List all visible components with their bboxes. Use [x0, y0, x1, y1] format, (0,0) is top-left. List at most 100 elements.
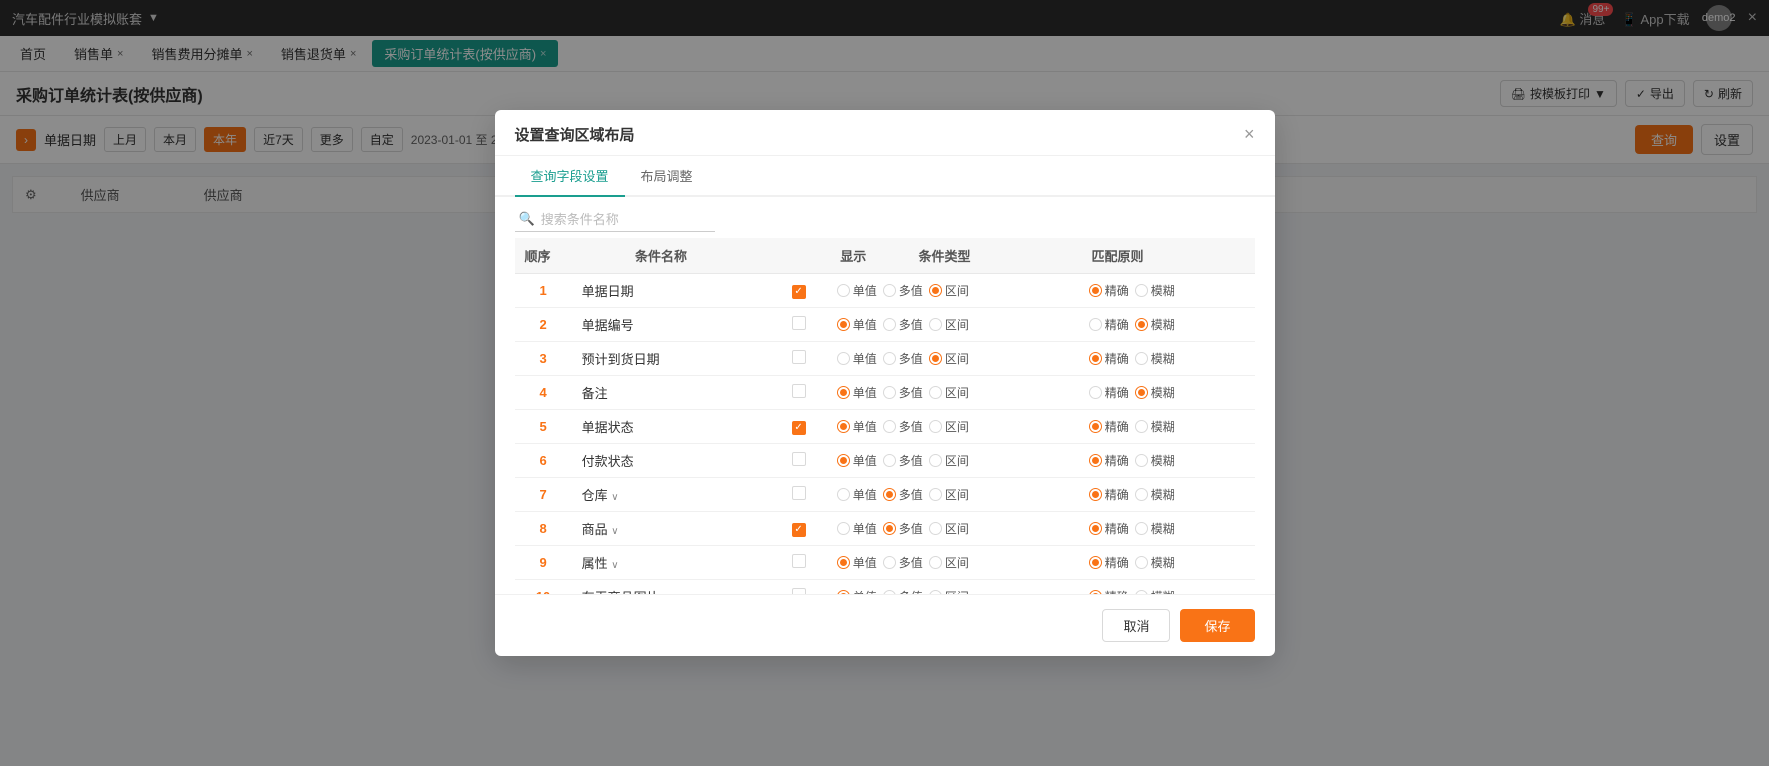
cell-match: 精确模糊 — [1079, 342, 1255, 376]
modal-tab-layout[interactable]: 布局调整 — [625, 156, 709, 197]
radio-dot — [1089, 284, 1102, 297]
type-radio-区间[interactable]: 区间 — [929, 350, 969, 367]
cancel-button[interactable]: 取消 — [1102, 609, 1170, 642]
save-button[interactable]: 保存 — [1180, 609, 1254, 642]
cell-match: 精确模糊 — [1079, 512, 1255, 546]
radio-dot — [837, 420, 850, 433]
radio-dot — [929, 318, 942, 331]
modal-close-button[interactable]: × — [1244, 124, 1255, 145]
display-checkbox[interactable] — [792, 452, 806, 466]
type-radio-单值[interactable]: 单值 — [837, 554, 877, 571]
match-radio-精确[interactable]: 精确 — [1089, 316, 1129, 333]
table-row: 9属性 ∨单值多值区间精确模糊 — [515, 546, 1255, 580]
cell-display — [770, 274, 826, 308]
match-radio-模糊[interactable]: 模糊 — [1135, 418, 1175, 435]
radio-dot — [1135, 420, 1148, 433]
radio-dot — [883, 556, 896, 569]
match-radio-模糊[interactable]: 模糊 — [1135, 486, 1175, 503]
type-radio-单值[interactable]: 单值 — [837, 282, 877, 299]
type-radio-多值[interactable]: 多值 — [883, 554, 923, 571]
table-row: 2单据编号单值多值区间精确模糊 — [515, 308, 1255, 342]
radio-dot — [837, 352, 850, 365]
cell-order: 1 — [515, 274, 572, 308]
radio-dot — [929, 454, 942, 467]
radio-dot — [929, 556, 942, 569]
modal-search-bar: 🔍 — [515, 207, 715, 232]
dropdown-arrow-icon: ∨ — [611, 560, 618, 571]
type-radio-单值[interactable]: 单值 — [837, 452, 877, 469]
radio-dot — [1089, 488, 1102, 501]
radio-dot — [1089, 454, 1102, 467]
match-radio-精确[interactable]: 精确 — [1089, 452, 1129, 469]
type-radio-多值[interactable]: 多值 — [883, 282, 923, 299]
cell-order: 4 — [515, 376, 572, 410]
match-radio-模糊[interactable]: 模糊 — [1135, 554, 1175, 571]
type-radio-区间[interactable]: 区间 — [929, 452, 969, 469]
table-row: 5单据状态单值多值区间精确模糊 — [515, 410, 1255, 444]
th-order: 顺序 — [515, 238, 626, 274]
display-checkbox[interactable] — [792, 421, 806, 435]
radio-dot — [1135, 318, 1148, 331]
match-radio-精确[interactable]: 精确 — [1089, 418, 1129, 435]
display-checkbox[interactable] — [792, 523, 806, 537]
cell-name: 商品 ∨ — [572, 512, 771, 546]
search-input[interactable] — [541, 212, 701, 227]
type-radio-单值[interactable]: 单值 — [837, 418, 877, 435]
type-radio-区间[interactable]: 区间 — [929, 520, 969, 537]
modal-table-wrap: 顺序 条件名称 显示 条件类型 匹配原则 1单据日期单值多值区间精确模糊2单据编… — [495, 238, 1275, 594]
type-radio-单值[interactable]: 单值 — [837, 350, 877, 367]
type-radio-多值[interactable]: 多值 — [883, 350, 923, 367]
match-radio-精确[interactable]: 精确 — [1089, 282, 1129, 299]
cell-type: 单值多值区间 — [827, 376, 1079, 410]
type-radio-多值[interactable]: 多值 — [883, 316, 923, 333]
modal-dialog: 设置查询区域布局 × 查询字段设置 布局调整 🔍 顺序 条件名称 显示 — [495, 110, 1275, 656]
type-radio-多值[interactable]: 多值 — [883, 384, 923, 401]
type-radio-单值[interactable]: 单值 — [837, 316, 877, 333]
type-radio-单值[interactable]: 单值 — [837, 486, 877, 503]
match-radio-模糊[interactable]: 模糊 — [1135, 282, 1175, 299]
cell-type: 单值多值区间 — [827, 444, 1079, 478]
match-radio-精确[interactable]: 精确 — [1089, 554, 1129, 571]
type-radio-单值[interactable]: 单值 — [837, 384, 877, 401]
type-radio-区间[interactable]: 区间 — [929, 316, 969, 333]
match-radio-模糊[interactable]: 模糊 — [1135, 384, 1175, 401]
type-radio-多值[interactable]: 多值 — [883, 452, 923, 469]
type-radio-多值[interactable]: 多值 — [883, 418, 923, 435]
match-radio-模糊[interactable]: 模糊 — [1135, 350, 1175, 367]
radio-dot — [1135, 352, 1148, 365]
display-checkbox[interactable] — [792, 350, 806, 364]
radio-dot — [837, 386, 850, 399]
type-radio-区间[interactable]: 区间 — [929, 418, 969, 435]
cell-order: 6 — [515, 444, 572, 478]
radio-dot — [883, 420, 896, 433]
display-checkbox[interactable] — [792, 384, 806, 398]
cell-type: 单值多值区间 — [827, 478, 1079, 512]
type-radio-区间[interactable]: 区间 — [929, 486, 969, 503]
type-radio-单值[interactable]: 单值 — [837, 520, 877, 537]
match-radio-精确[interactable]: 精确 — [1089, 520, 1129, 537]
modal-search-wrap: 🔍 — [495, 197, 1275, 238]
modal-tab-query-fields[interactable]: 查询字段设置 — [515, 156, 625, 197]
type-radio-区间[interactable]: 区间 — [929, 554, 969, 571]
display-checkbox[interactable] — [792, 554, 806, 568]
match-radio-精确[interactable]: 精确 — [1089, 384, 1129, 401]
display-checkbox[interactable] — [792, 316, 806, 330]
display-checkbox[interactable] — [792, 486, 806, 500]
cell-name: 仓库 ∨ — [572, 478, 771, 512]
match-radio-精确[interactable]: 精确 — [1089, 350, 1129, 367]
type-radio-多值[interactable]: 多值 — [883, 520, 923, 537]
type-radio-区间[interactable]: 区间 — [929, 384, 969, 401]
cell-order: 5 — [515, 410, 572, 444]
display-checkbox[interactable] — [792, 285, 806, 299]
match-radio-模糊[interactable]: 模糊 — [1135, 316, 1175, 333]
table-row: 8商品 ∨单值多值区间精确模糊 — [515, 512, 1255, 546]
radio-dot — [883, 318, 896, 331]
table-row: 10有无商品图片单值多值区间精确模糊 — [515, 580, 1255, 595]
type-radio-多值[interactable]: 多值 — [883, 486, 923, 503]
match-radio-模糊[interactable]: 模糊 — [1135, 520, 1175, 537]
radio-dot — [1089, 386, 1102, 399]
cell-match: 精确模糊 — [1079, 444, 1255, 478]
match-radio-精确[interactable]: 精确 — [1089, 486, 1129, 503]
type-radio-区间[interactable]: 区间 — [929, 282, 969, 299]
match-radio-模糊[interactable]: 模糊 — [1135, 452, 1175, 469]
